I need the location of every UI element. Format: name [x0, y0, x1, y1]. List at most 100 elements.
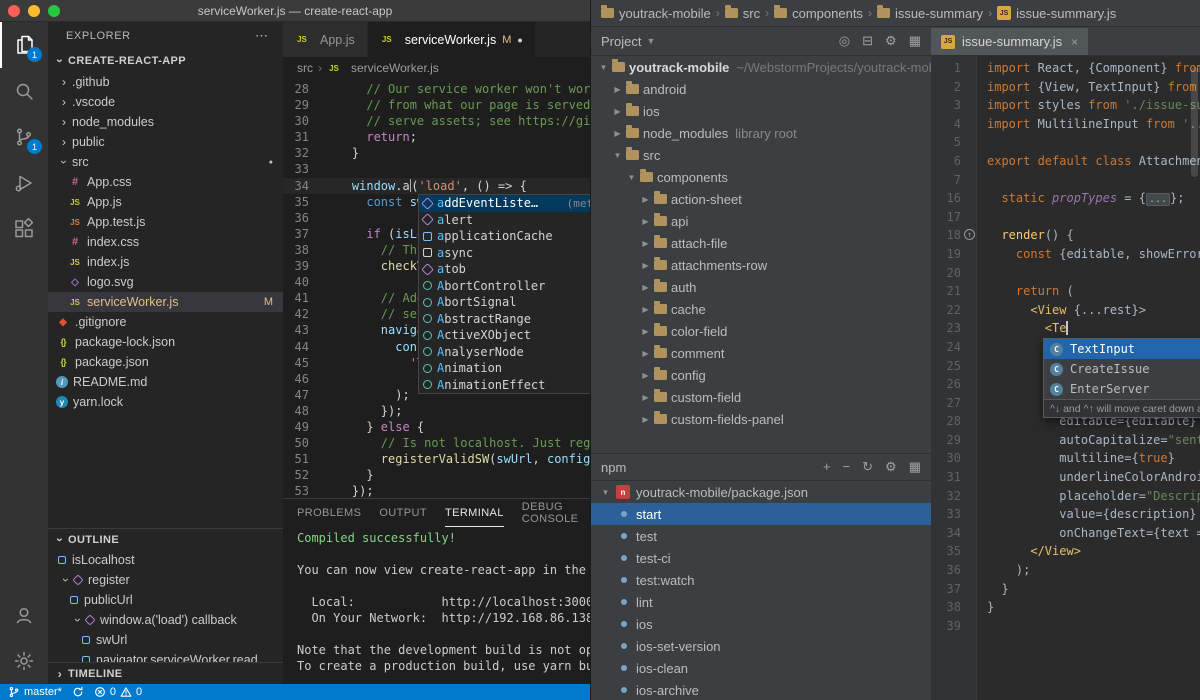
code-line-31[interactable]: 31 return; — [283, 129, 590, 145]
scrollbar-thumb[interactable] — [1191, 67, 1198, 177]
file-row-serviceWorker.js[interactable]: JSserviceWorker.jsM — [48, 292, 283, 312]
project-view-dropdown[interactable]: Project — [601, 34, 641, 49]
breadcrumb-folder[interactable]: src — [297, 61, 313, 75]
tree-row-attach-file[interactable]: ▶attach-file — [591, 232, 931, 254]
tree-row-cache[interactable]: ▶cache — [591, 298, 931, 320]
suggest-item-AnimationEffect[interactable]: AnimationEffect — [419, 377, 590, 394]
outline-section-header[interactable]: › OUTLINE — [48, 528, 283, 550]
breadcrumb-item-src[interactable]: src — [725, 6, 760, 21]
code-line-36[interactable]: 36 ); — [931, 561, 1200, 580]
code-line-16[interactable]: 16 static propTypes = {...}; — [931, 189, 1200, 208]
panel-tab-output[interactable]: OUTPUT — [379, 499, 427, 527]
git-branch-item[interactable]: master* — [8, 686, 62, 698]
code-line-5[interactable]: 5 — [931, 133, 1200, 152]
npm-script-test-ci[interactable]: test-ci — [591, 547, 931, 569]
rerun-icon[interactable]: ↻ — [862, 459, 873, 475]
file-row-App.js[interactable]: JSApp.js — [48, 192, 283, 212]
code-line-48[interactable]: 48 }); — [283, 403, 590, 419]
code-line-31[interactable]: 31 underlineColorAndroid="transparent" — [931, 468, 1200, 487]
tree-row-node_modules[interactable]: ▶node_moduleslibrary root — [591, 122, 931, 144]
activity-account[interactable] — [0, 592, 48, 638]
code-line-33[interactable]: 33 value={description} — [931, 505, 1200, 524]
panel-tab-problems[interactable]: PROBLEMS — [297, 499, 361, 527]
npm-package-row[interactable]: ▼nyoutrack-mobile/package.json — [591, 481, 931, 503]
file-row-.vscode[interactable]: ›.vscode — [48, 92, 283, 112]
locate-icon[interactable]: ◎ — [839, 33, 850, 49]
add-icon[interactable]: + — [823, 459, 831, 475]
code-line-50[interactable]: 50 // Is not localhost. Just register se… — [283, 435, 590, 451]
overrides-icon[interactable]: ↑ — [964, 229, 975, 240]
code-line-49[interactable]: 49 } else { — [283, 419, 590, 435]
settings-icon[interactable]: ⚙ — [885, 33, 897, 49]
code-line-17[interactable]: 17 — [931, 208, 1200, 227]
tree-row-action-sheet[interactable]: ▶action-sheet — [591, 188, 931, 210]
tab-issue-summary[interactable]: JS issue-summary.js × — [931, 28, 1088, 55]
collapse-all-icon[interactable]: ⊟ — [862, 33, 873, 49]
suggest-item-async[interactable]: async — [419, 245, 590, 262]
timeline-section-header[interactable]: › TIMELINE — [48, 662, 283, 684]
breadcrumb-item-issue-summary.js[interactable]: JSissue-summary.js — [997, 6, 1116, 21]
breadcrumb-item-issue-summary[interactable]: issue-summary — [877, 6, 983, 21]
project-section-header[interactable]: › CREATE-REACT-APP — [48, 50, 283, 72]
code-line-28[interactable]: 28 // Our service worker won't work if P… — [283, 81, 590, 97]
file-row-README.md[interactable]: iREADME.md — [48, 372, 283, 392]
activity-search[interactable] — [0, 68, 48, 114]
problems-item[interactable]: 0 0 — [94, 686, 142, 698]
code-line-20[interactable]: 20 — [931, 264, 1200, 283]
close-window-button[interactable] — [8, 5, 20, 17]
suggest-item-addEventListe…[interactable]: addEventListe…(metho… — [419, 195, 590, 212]
npm-script-ios-clean[interactable]: ios-clean — [591, 657, 931, 679]
file-row-package-lock.json[interactable]: {}package-lock.json — [48, 332, 283, 352]
tab-serviceWorker.js[interactable]: JSserviceWorker.jsM● — [368, 22, 536, 57]
sync-item[interactable] — [72, 686, 84, 698]
tree-row-src[interactable]: ▼src — [591, 144, 931, 166]
settings-icon[interactable]: ⚙ — [885, 459, 897, 475]
file-row-index.css[interactable]: #index.css — [48, 232, 283, 252]
remove-icon[interactable]: − — [843, 459, 851, 475]
breadcrumb-file[interactable]: serviceWorker.js — [351, 61, 439, 75]
tree-row-components[interactable]: ▼components — [591, 166, 931, 188]
code-line-2[interactable]: 2import {View, TextInput} from 'react-na… — [931, 78, 1200, 97]
file-row-.github[interactable]: ›.github — [48, 72, 283, 92]
tree-row-auth[interactable]: ▶auth — [591, 276, 931, 298]
tree-row-api[interactable]: ▶api — [591, 210, 931, 232]
activity-debug[interactable] — [0, 160, 48, 206]
code-line-29[interactable]: 29 autoCapitalize="sentences" — [931, 431, 1200, 450]
code-line-3[interactable]: 3import styles from './issue-summary.sty… — [931, 96, 1200, 115]
code-line-33[interactable]: 33 — [283, 161, 590, 177]
outline-item[interactable]: isLocalhost — [48, 550, 283, 570]
file-row-App.css[interactable]: #App.css — [48, 172, 283, 192]
activity-source-control[interactable]: 1 — [0, 114, 48, 160]
tab-App.js[interactable]: JSApp.js — [283, 22, 368, 57]
activity-settings[interactable] — [0, 638, 48, 684]
npm-script-start[interactable]: start — [591, 503, 931, 525]
suggest-item-alert[interactable]: alert — [419, 212, 590, 229]
file-row-.gitignore[interactable]: ◆.gitignore — [48, 312, 283, 332]
suggest-item-ActiveXObject[interactable]: ActiveXObject — [419, 327, 590, 344]
tree-row-custom-field[interactable]: ▶custom-field — [591, 386, 931, 408]
suggest-item-AbortController[interactable]: AbortController — [419, 278, 590, 295]
code-line-30[interactable]: 30 // serve assets; see https://github.c… — [283, 113, 590, 129]
file-row-package.json[interactable]: {}package.json — [48, 352, 283, 372]
file-row-public[interactable]: ›public — [48, 132, 283, 152]
completion-item-EnterServer[interactable]: CEnterServer — [1044, 379, 1200, 399]
code-line-6[interactable]: 6export default class AttachmentsRow ext… — [931, 152, 1200, 171]
file-row-logo.svg[interactable]: ◇logo.svg — [48, 272, 283, 292]
tree-row-custom-fields-panel[interactable]: ▶custom-fields-panel — [591, 408, 931, 430]
outline-item[interactable]: navigator.serviceWorker.read — [48, 650, 283, 662]
suggest-item-applicationCache[interactable]: applicationCache — [419, 228, 590, 245]
tree-row-config[interactable]: ▶config — [591, 364, 931, 386]
code-line-1[interactable]: 1import React, {Component} from 'react'; — [931, 59, 1200, 78]
code-line-4[interactable]: 4import MultilineInput from '../multilin… — [931, 115, 1200, 134]
close-icon[interactable]: × — [1071, 35, 1078, 49]
file-row-node_modules[interactable]: ›node_modules — [48, 112, 283, 132]
tree-row-ios[interactable]: ▶ios — [591, 100, 931, 122]
completion-item-TextInput[interactable]: CTextInput — [1044, 339, 1200, 359]
file-row-index.js[interactable]: JSindex.js — [48, 252, 283, 272]
suggest-item-AbstractRange[interactable]: AbstractRange — [419, 311, 590, 328]
hide-icon[interactable]: ▦ — [909, 459, 921, 475]
hide-icon[interactable]: ▦ — [909, 33, 921, 49]
tree-row-comment[interactable]: ▶comment — [591, 342, 931, 364]
file-row-src[interactable]: ›src● — [48, 152, 283, 172]
outline-item[interactable]: ›window.a('load') callback — [48, 610, 283, 630]
